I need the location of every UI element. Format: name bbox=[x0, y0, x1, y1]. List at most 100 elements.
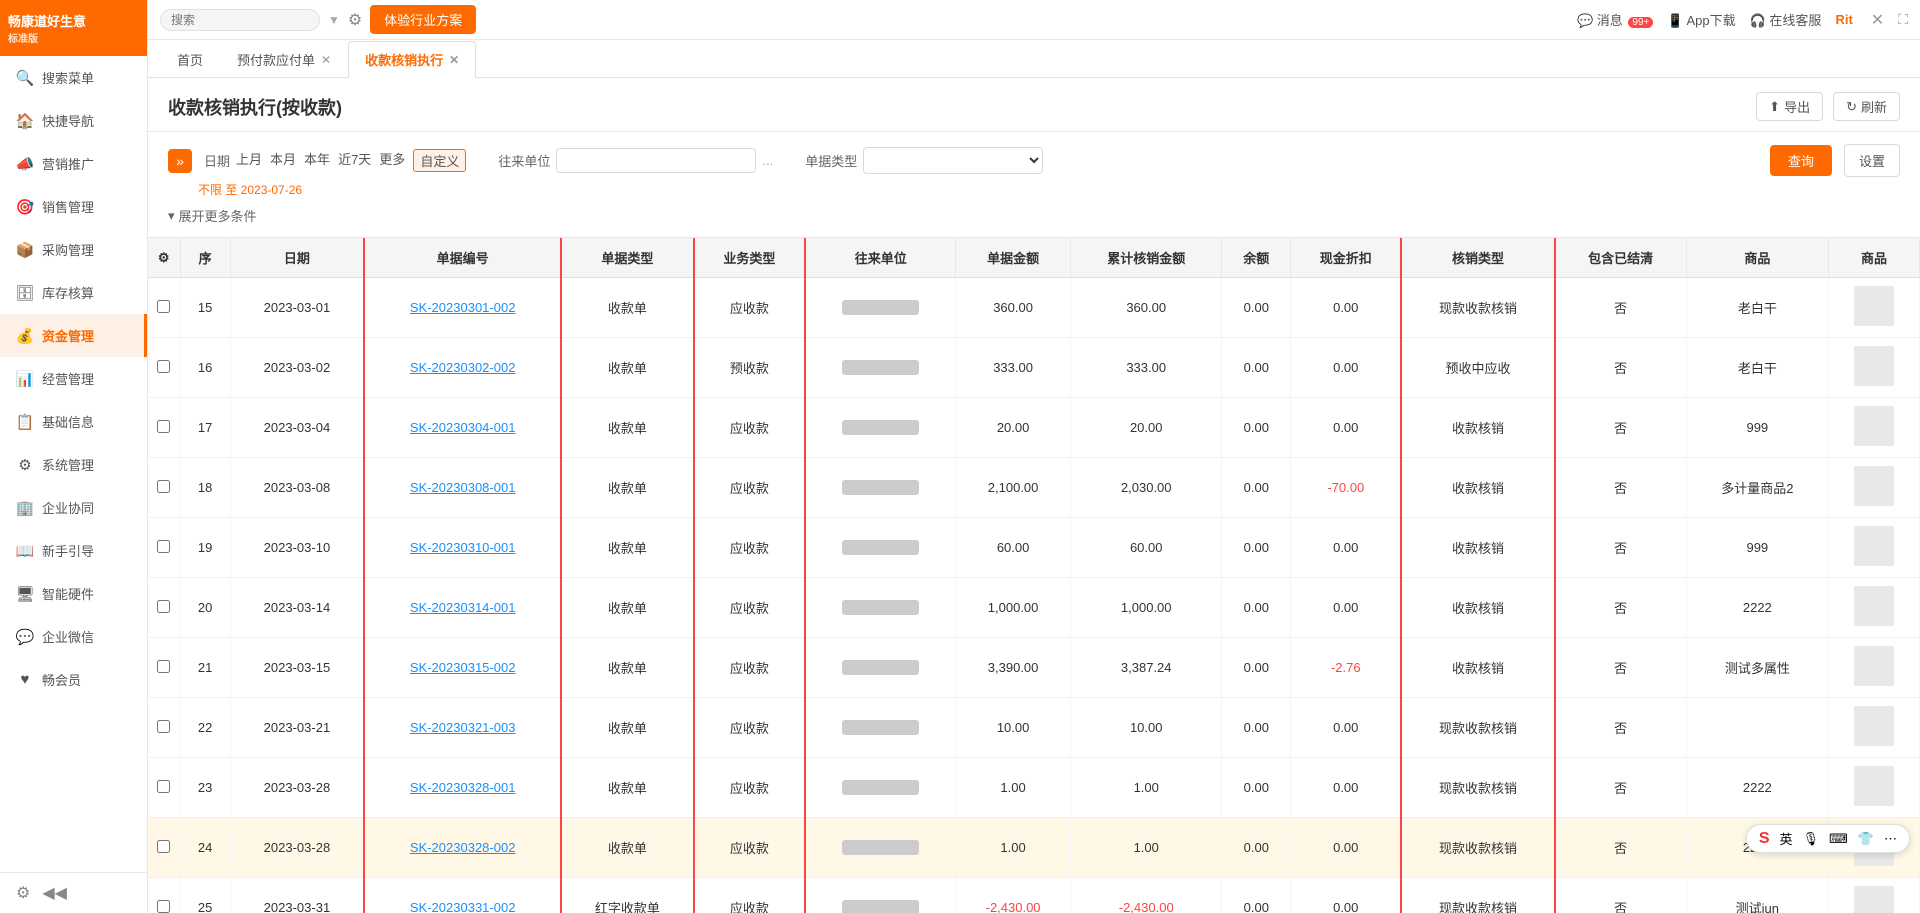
sidebar-item-wechat[interactable]: 💬 企业微信 bbox=[0, 615, 147, 658]
row-product: 测试jun bbox=[1686, 878, 1828, 913]
tab-collection-close[interactable]: ✕ bbox=[449, 53, 459, 67]
filter-toggle-button[interactable]: » bbox=[168, 149, 192, 173]
row-bill-type: 收款单 bbox=[561, 578, 693, 638]
row-date: 2023-03-04 bbox=[230, 398, 364, 458]
app-download[interactable]: 📱 App下载 bbox=[1667, 10, 1735, 29]
export-button[interactable]: ⬆ 导出 bbox=[1756, 92, 1823, 121]
th-balance: 余额 bbox=[1222, 238, 1291, 278]
bottom-gear-icon[interactable]: ⚙ bbox=[16, 883, 30, 903]
tab-prepay-close[interactable]: ✕ bbox=[321, 53, 331, 67]
bill-no-link[interactable]: SK-20230310-001 bbox=[410, 540, 516, 555]
table-row: 25 2023-03-31 SK-20230331-002 红字收款单 应收款 … bbox=[148, 878, 1920, 913]
table-scroll[interactable]: ⚙ 序 日期 单据编号 单据类型 业务类型 往来单位 单据金额 累计核销金额 余… bbox=[148, 238, 1920, 913]
row-bill-no: SK-20230310-001 bbox=[364, 518, 561, 578]
row-checkbox[interactable] bbox=[148, 698, 180, 758]
th-gear[interactable]: ⚙ bbox=[148, 238, 180, 278]
date-this-year[interactable]: 本年 bbox=[304, 149, 330, 172]
finance-icon: 💰 bbox=[16, 327, 34, 345]
row-date: 2023-03-15 bbox=[230, 638, 364, 698]
maximize-icon[interactable]: ⛶ bbox=[1898, 11, 1908, 28]
row-write-off-type: 现款收款核销 bbox=[1401, 818, 1554, 878]
close-window-icon[interactable]: ✕ bbox=[1871, 10, 1884, 30]
row-balance: 0.00 bbox=[1222, 338, 1291, 398]
sidebar-item-sales[interactable]: 🎯 销售管理 bbox=[0, 185, 147, 228]
sidebar-item-enterprise[interactable]: 🏢 企业协同 bbox=[0, 486, 147, 529]
service-icon: 🎧 bbox=[1750, 13, 1766, 28]
row-bill-type: 收款单 bbox=[561, 818, 693, 878]
row-write-off-type: 收款核销 bbox=[1401, 518, 1554, 578]
ime-mode[interactable]: 英 bbox=[1780, 829, 1793, 848]
row-bill-no: SK-20230328-002 bbox=[364, 818, 561, 878]
bill-no-link[interactable]: SK-20230321-003 bbox=[410, 720, 516, 735]
row-write-off-type: 现款收款核销 bbox=[1401, 758, 1554, 818]
row-checkbox[interactable] bbox=[148, 878, 180, 913]
row-checkbox[interactable] bbox=[148, 638, 180, 698]
tab-collection[interactable]: 收款核销执行 ✕ bbox=[348, 41, 476, 78]
row-checkbox[interactable] bbox=[148, 758, 180, 818]
row-checkbox[interactable] bbox=[148, 278, 180, 338]
bill-no-link[interactable]: SK-20230304-001 bbox=[410, 420, 516, 435]
topbar-dropdown-arrow[interactable]: ▼ bbox=[328, 13, 340, 27]
message-area[interactable]: 💬 消息 99+ bbox=[1577, 10, 1653, 29]
row-include-settled: 否 bbox=[1555, 758, 1687, 818]
row-checkbox[interactable] bbox=[148, 818, 180, 878]
counterparty-input[interactable] bbox=[556, 148, 756, 173]
row-write-off-type: 现款收款核销 bbox=[1401, 278, 1554, 338]
sidebar-item-guide[interactable]: 📖 新手引导 bbox=[0, 529, 147, 572]
industry-solution-button[interactable]: 体验行业方案 bbox=[370, 5, 476, 34]
row-counterparty: ████ bbox=[805, 818, 955, 878]
topbar-gear-icon[interactable]: ⚙ bbox=[348, 10, 362, 30]
expand-conditions[interactable]: ▾ 展开更多条件 bbox=[168, 206, 1900, 225]
sidebar-item-inventory[interactable]: 🗄 库存核算 bbox=[0, 271, 147, 314]
row-cash-discount: 0.00 bbox=[1291, 818, 1402, 878]
date-this-month[interactable]: 本月 bbox=[270, 149, 296, 172]
sidebar-item-quick-nav[interactable]: 🏠 快捷导航 bbox=[0, 99, 147, 142]
sidebar-item-purchase[interactable]: 📦 采购管理 bbox=[0, 228, 147, 271]
date-more[interactable]: 更多 bbox=[379, 149, 405, 172]
bill-no-link[interactable]: SK-20230301-002 bbox=[410, 300, 516, 315]
bill-no-link[interactable]: SK-20230314-001 bbox=[410, 600, 516, 615]
bill-no-link[interactable]: SK-20230315-002 bbox=[410, 660, 516, 675]
topbar-search-input[interactable] bbox=[160, 9, 320, 31]
online-service[interactable]: 🎧 在线客服 bbox=[1750, 10, 1822, 29]
bill-no-link[interactable]: SK-20230328-001 bbox=[410, 780, 516, 795]
setting-button[interactable]: 设置 bbox=[1844, 144, 1900, 177]
bill-no-link[interactable]: SK-20230328-002 bbox=[410, 840, 516, 855]
sidebar-item-basic-info[interactable]: 📋 基础信息 bbox=[0, 400, 147, 443]
query-button[interactable]: 查询 bbox=[1770, 145, 1832, 176]
row-seq: 24 bbox=[180, 818, 230, 878]
refresh-button[interactable]: ↻ 刷新 bbox=[1833, 92, 1900, 121]
sidebar-item-hardware[interactable]: 🖥 智能硬件 bbox=[0, 572, 147, 615]
date-custom[interactable]: 自定义 bbox=[413, 149, 466, 172]
ime-mic-icon[interactable]: 🎙 bbox=[1803, 831, 1820, 847]
bill-no-link[interactable]: SK-20230308-001 bbox=[410, 480, 516, 495]
tab-home[interactable]: 首页 bbox=[160, 41, 220, 77]
row-checkbox[interactable] bbox=[148, 338, 180, 398]
date-last-month[interactable]: 上月 bbox=[236, 149, 262, 172]
row-checkbox[interactable] bbox=[148, 518, 180, 578]
user-name[interactable]: Rit bbox=[1835, 12, 1852, 27]
sidebar-item-vip[interactable]: ♥ 畅会员 bbox=[0, 658, 147, 701]
collapse-icon[interactable]: ◀◀ bbox=[42, 883, 67, 903]
sidebar-item-marketing[interactable]: 📣 营销推广 bbox=[0, 142, 147, 185]
counterparty-filter: 往来单位 ... bbox=[498, 148, 773, 173]
tab-prepay[interactable]: 预付款应付单 ✕ bbox=[220, 41, 348, 77]
bill-type-select[interactable] bbox=[863, 147, 1043, 174]
sidebar-item-system[interactable]: ⚙ 系统管理 bbox=[0, 443, 147, 486]
sidebar-item-finance[interactable]: 💰 资金管理 bbox=[0, 314, 147, 357]
row-cumulative-amount: 1.00 bbox=[1070, 758, 1222, 818]
sidebar-item-operations[interactable]: 📊 经营管理 bbox=[0, 357, 147, 400]
row-cash-discount: -70.00 bbox=[1291, 458, 1402, 518]
row-checkbox[interactable] bbox=[148, 578, 180, 638]
ime-menu-icon[interactable]: ⋯ bbox=[1884, 831, 1897, 847]
ime-shirt-icon[interactable]: 👕 bbox=[1858, 831, 1874, 847]
bill-no-link[interactable]: SK-20230331-002 bbox=[410, 900, 516, 913]
ime-keyboard-icon[interactable]: ⌨ bbox=[1829, 831, 1848, 847]
date-7days[interactable]: 近7天 bbox=[338, 149, 371, 172]
row-include-settled: 否 bbox=[1555, 338, 1687, 398]
sidebar-item-search-menu[interactable]: 🔍 搜索菜单 bbox=[0, 56, 147, 99]
bill-no-link[interactable]: SK-20230302-002 bbox=[410, 360, 516, 375]
row-checkbox[interactable] bbox=[148, 458, 180, 518]
row-checkbox[interactable] bbox=[148, 398, 180, 458]
product-image bbox=[1854, 346, 1894, 386]
